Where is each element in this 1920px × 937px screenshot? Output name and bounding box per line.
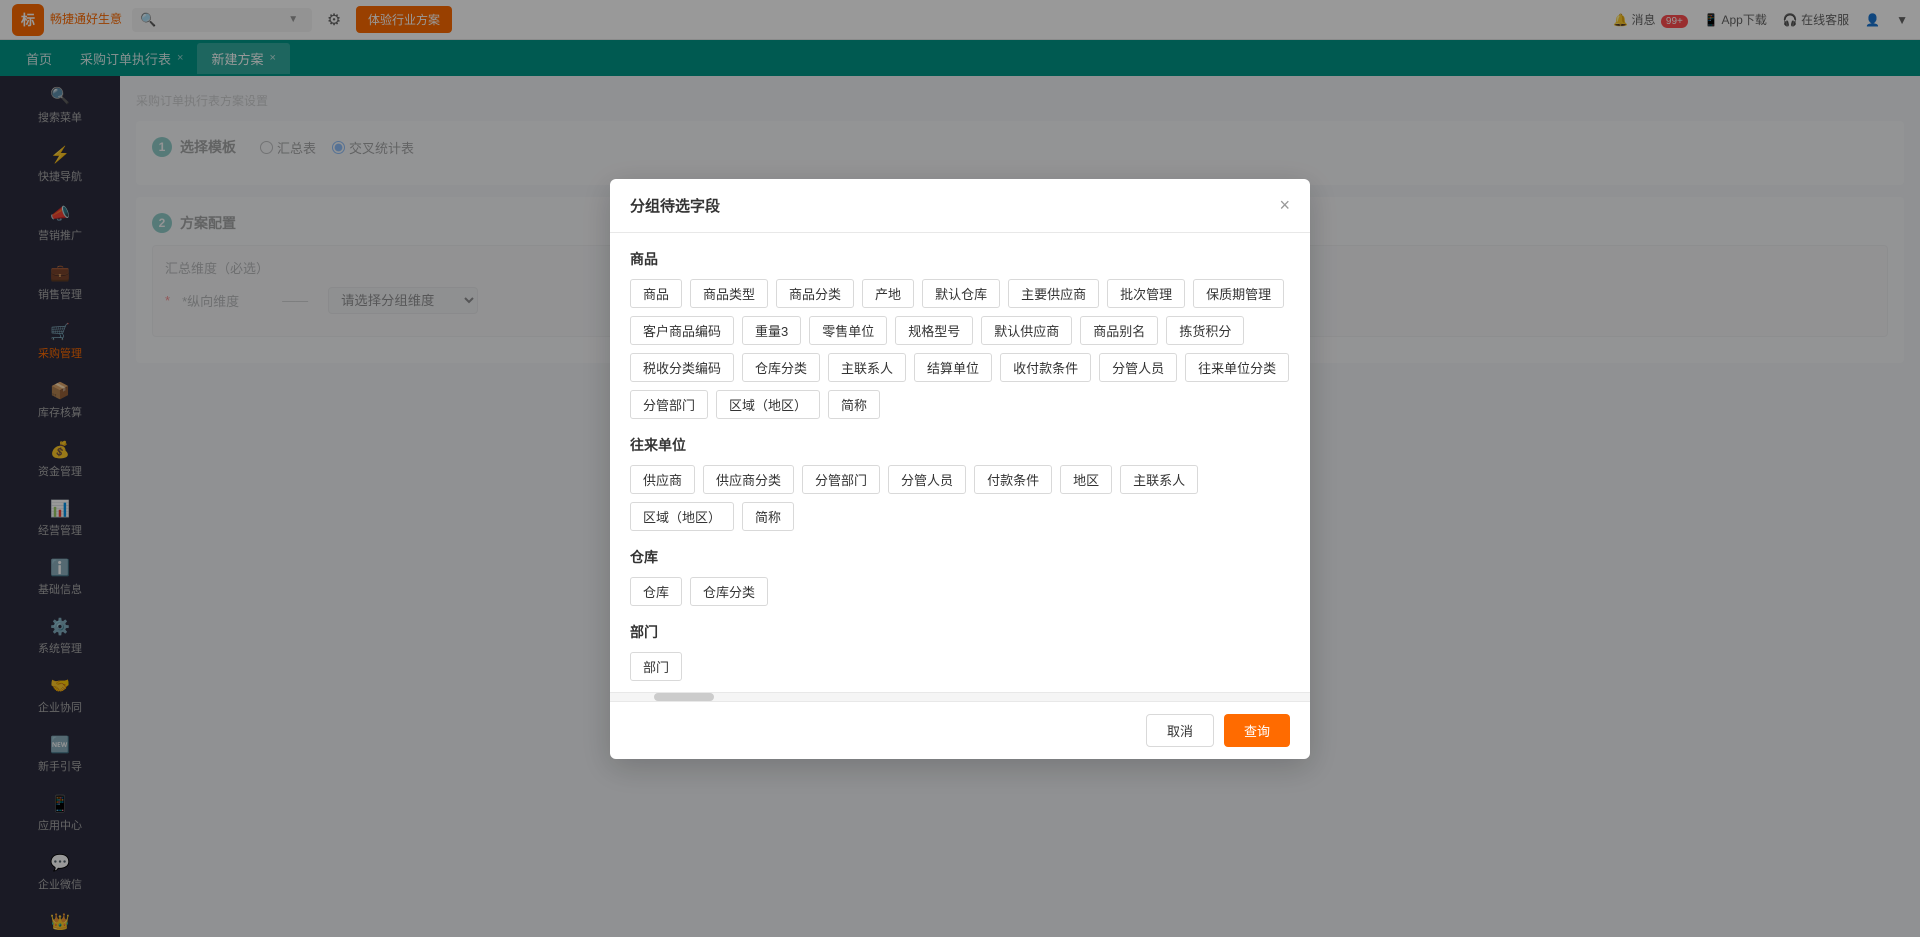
modal-overlay: 分组待选字段 × 商品 商品商品类型商品分类产地默认仓库主要供应商批次管理保质期… [0,0,1920,937]
modal-hscroll[interactable] [610,692,1310,701]
field-tag[interactable]: 部门 [630,652,682,681]
field-tag[interactable]: 供应商 [630,465,695,494]
section-dept-fields: 部门 [630,652,1290,681]
section-partner: 往来单位 供应商供应商分类分管部门分管人员付款条件地区主联系人区域（地区） 简称 [630,435,1290,531]
field-tag[interactable]: 规格型号 [895,316,973,345]
field-tag[interactable]: 分管人员 [888,465,966,494]
field-tag[interactable]: 收付款条件 [1000,353,1091,382]
field-tag[interactable]: 主联系人 [828,353,906,382]
section-warehouse-title: 仓库 [630,547,1290,567]
section-partner-fields: 供应商供应商分类分管部门分管人员付款条件地区主联系人区域（地区） 简称 [630,465,1290,531]
field-tag[interactable]: 客户商品编码 [630,316,734,345]
field-tag[interactable]: 商品类型 [690,279,768,308]
field-tag[interactable]: 商品 [630,279,682,308]
field-tag[interactable]: 简称 [828,390,880,419]
field-tag[interactable]: 供应商分类 [703,465,794,494]
field-tag[interactable]: 结算单位 [914,353,992,382]
section-dept-title: 部门 [630,622,1290,642]
field-tag[interactable]: 商品别名 [1080,316,1158,345]
field-tag[interactable]: 产地 [862,279,914,308]
field-tag[interactable]: 分管部门 [802,465,880,494]
field-tag[interactable]: 简称 [742,502,794,531]
section-product-title: 商品 [630,249,1290,269]
field-tag[interactable]: 保质期管理 [1193,279,1284,308]
field-tag[interactable]: 零售单位 [809,316,887,345]
field-tag[interactable]: 主要供应商 [1008,279,1099,308]
modal-header: 分组待选字段 × [610,179,1310,233]
modal-close-button[interactable]: × [1279,196,1290,214]
field-tag[interactable]: 默认仓库 [922,279,1000,308]
field-tag[interactable]: 拣货积分 [1166,316,1244,345]
field-tag[interactable]: 重量3 [742,316,801,345]
field-tag[interactable]: 主联系人 [1120,465,1198,494]
field-tag[interactable]: 默认供应商 [981,316,1072,345]
confirm-button[interactable]: 查询 [1224,714,1290,747]
field-select-modal: 分组待选字段 × 商品 商品商品类型商品分类产地默认仓库主要供应商批次管理保质期… [610,179,1310,759]
field-tag[interactable]: 区域（地区） [716,390,820,419]
modal-body[interactable]: 商品 商品商品类型商品分类产地默认仓库主要供应商批次管理保质期管理客户商品编码重… [610,233,1310,692]
field-tag[interactable]: 税收分类编码 [630,353,734,382]
cancel-button[interactable]: 取消 [1146,714,1214,747]
section-product: 商品 商品商品类型商品分类产地默认仓库主要供应商批次管理保质期管理客户商品编码重… [630,249,1290,419]
modal-title: 分组待选字段 [630,195,720,216]
hscroll-thumb[interactable] [654,693,714,701]
section-product-fields: 商品商品类型商品分类产地默认仓库主要供应商批次管理保质期管理客户商品编码重量3 零… [630,279,1290,419]
modal-footer: 取消 查询 [610,701,1310,759]
field-tag[interactable]: 分管部门 [630,390,708,419]
section-dept: 部门 部门 [630,622,1290,681]
field-tag[interactable]: 往来单位分类 [1185,353,1289,382]
section-warehouse-fields: 仓库仓库分类 [630,577,1290,606]
field-tag[interactable]: 分管人员 [1099,353,1177,382]
field-tag[interactable]: 批次管理 [1107,279,1185,308]
field-tag[interactable]: 仓库分类 [742,353,820,382]
field-tag[interactable]: 区域（地区） [630,502,734,531]
field-tag[interactable]: 地区 [1060,465,1112,494]
field-tag[interactable]: 仓库 [630,577,682,606]
field-tag[interactable]: 商品分类 [776,279,854,308]
field-tag[interactable]: 仓库分类 [690,577,768,606]
field-tag[interactable]: 付款条件 [974,465,1052,494]
section-warehouse: 仓库 仓库仓库分类 [630,547,1290,606]
section-partner-title: 往来单位 [630,435,1290,455]
